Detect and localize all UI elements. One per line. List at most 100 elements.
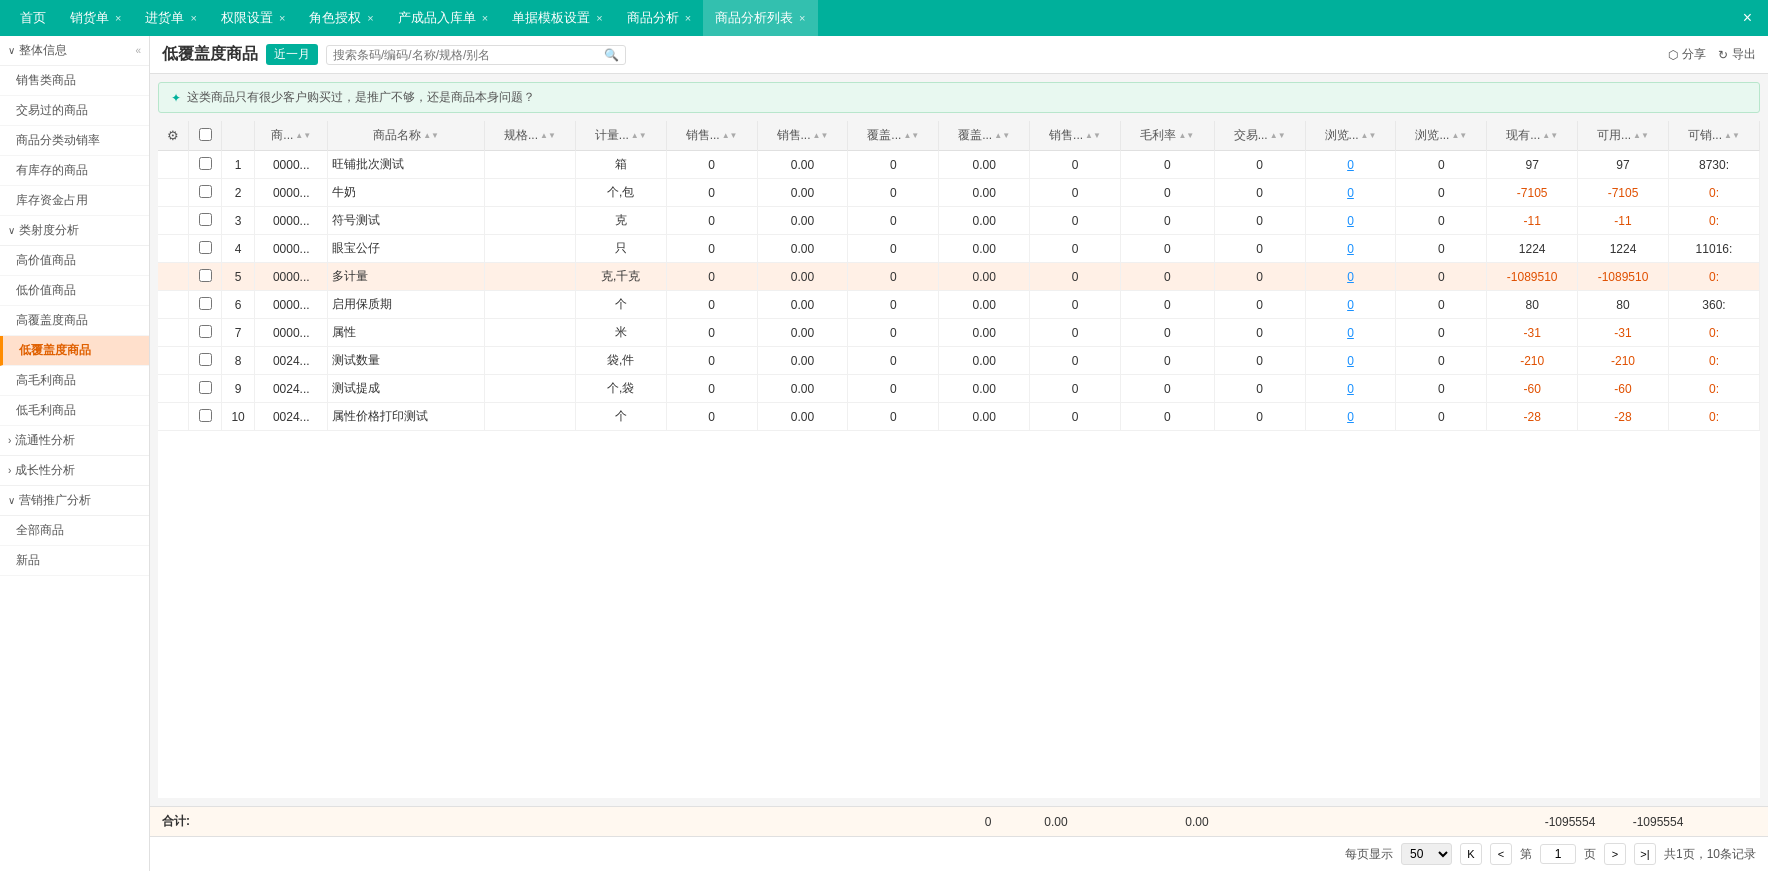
- nav-tab-analysis-close[interactable]: ×: [685, 12, 691, 24]
- next-page-button[interactable]: >: [1604, 843, 1626, 865]
- row-browse-a[interactable]: 0: [1305, 319, 1396, 347]
- nav-tab-analysis-list-close[interactable]: ×: [799, 12, 805, 24]
- nav-tab-permissions[interactable]: 权限设置 ×: [209, 0, 297, 36]
- sidebar-section-flow[interactable]: › 流通性分析: [0, 426, 149, 456]
- nav-tab-roles-close[interactable]: ×: [367, 12, 373, 24]
- export-button[interactable]: ↻ 导出: [1718, 46, 1756, 63]
- sidebar-item-low-value[interactable]: 低价值商品: [0, 276, 149, 306]
- sidebar-item-low-coverage[interactable]: 低覆盖度商品: [0, 336, 149, 366]
- row-checkbox[interactable]: [189, 151, 222, 179]
- sidebar-item-capital-occupy[interactable]: 库存资金占用: [0, 186, 149, 216]
- select-all-checkbox[interactable]: [199, 128, 212, 141]
- sidebar-section-growth[interactable]: › 成长性分析: [0, 456, 149, 486]
- row-browse-a[interactable]: 0: [1305, 179, 1396, 207]
- row-checkbox[interactable]: [189, 291, 222, 319]
- row-browse-a[interactable]: 0: [1305, 263, 1396, 291]
- sidebar-item-high-margin[interactable]: 高毛利商品: [0, 366, 149, 396]
- col-name[interactable]: 商品名称▲▼: [328, 121, 485, 151]
- nav-tab-products-in[interactable]: 产成品入库单 ×: [386, 0, 500, 36]
- close-all-button[interactable]: ×: [1735, 9, 1760, 27]
- row-sales-qty: 0: [666, 291, 757, 319]
- row-checkbox[interactable]: [189, 319, 222, 347]
- prev-page-button[interactable]: <: [1490, 843, 1512, 865]
- share-button[interactable]: ⬡ 分享: [1668, 46, 1706, 63]
- col-gross-rate[interactable]: 毛利率▲▼: [1120, 121, 1214, 151]
- nav-tab-template[interactable]: 单据模板设置 ×: [500, 0, 614, 36]
- row-checkbox[interactable]: [189, 347, 222, 375]
- col-transaction[interactable]: 交易...▲▼: [1214, 121, 1305, 151]
- sidebar-item-sales-goods[interactable]: 销售类商品: [0, 66, 149, 96]
- per-page-select[interactable]: 50 20 100: [1401, 843, 1452, 865]
- sidebar-item-high-value[interactable]: 高价值商品: [0, 246, 149, 276]
- period-button[interactable]: 近一月: [266, 44, 318, 65]
- sidebar-section-marketing[interactable]: ∨ 营销推广分析: [0, 486, 149, 516]
- sidebar-item-low-margin[interactable]: 低毛利商品: [0, 396, 149, 426]
- action-buttons: ⬡ 分享 ↻ 导出: [1668, 46, 1756, 63]
- row-transaction: 0: [1214, 151, 1305, 179]
- row-cover-b: 0.00: [939, 179, 1030, 207]
- row-browse-a[interactable]: 0: [1305, 151, 1396, 179]
- col-sales-amt[interactable]: 销售...▲▼: [757, 121, 848, 151]
- search-icon[interactable]: 🔍: [604, 48, 619, 62]
- row-available-stock: -11: [1578, 207, 1669, 235]
- col-browse-a[interactable]: 浏览...▲▼: [1305, 121, 1396, 151]
- row-checkbox[interactable]: [189, 263, 222, 291]
- row-checkbox[interactable]: [189, 403, 222, 431]
- sidebar-section-quality[interactable]: ∨ 类射度分析: [0, 216, 149, 246]
- export-icon: ↻: [1718, 48, 1728, 62]
- nav-tab-home[interactable]: 首页: [8, 0, 58, 36]
- sidebar-item-traded-goods[interactable]: 交易过的商品: [0, 96, 149, 126]
- nav-tab-products-in-close[interactable]: ×: [482, 12, 488, 24]
- table-container[interactable]: ⚙ 商...▲▼ 商品名称▲▼ 规格...▲▼ 计量...▲▼ 销售...▲▼ …: [158, 121, 1760, 798]
- row-browse-a[interactable]: 0: [1305, 207, 1396, 235]
- nav-tab-permissions-close[interactable]: ×: [279, 12, 285, 24]
- first-page-button[interactable]: K: [1460, 843, 1482, 865]
- sidebar-collapse-icon[interactable]: «: [135, 45, 141, 56]
- search-input[interactable]: [333, 48, 600, 62]
- col-settings[interactable]: ⚙: [158, 121, 189, 151]
- sidebar-item-sales-trend[interactable]: 商品分类动销率: [0, 126, 149, 156]
- nav-tab-roles[interactable]: 角色授权 ×: [297, 0, 385, 36]
- data-table: ⚙ 商...▲▼ 商品名称▲▼ 规格...▲▼ 计量...▲▼ 销售...▲▼ …: [158, 121, 1760, 431]
- col-code[interactable]: 商...▲▼: [255, 121, 328, 151]
- col-sales-c[interactable]: 销售...▲▼: [1030, 121, 1121, 151]
- row-saleable: 0:: [1668, 319, 1759, 347]
- sidebar-item-in-stock[interactable]: 有库存的商品: [0, 156, 149, 186]
- row-checkbox[interactable]: [189, 179, 222, 207]
- row-saleable: 0:: [1668, 375, 1759, 403]
- row-checkbox[interactable]: [189, 235, 222, 263]
- col-available-stock[interactable]: 可用...▲▼: [1578, 121, 1669, 151]
- nav-tab-analysis[interactable]: 商品分析 ×: [615, 0, 703, 36]
- col-cover-b[interactable]: 覆盖...▲▼: [939, 121, 1030, 151]
- sidebar-item-high-coverage[interactable]: 高覆盖度商品: [0, 306, 149, 336]
- sidebar-section-overall[interactable]: ∨ 整体信息 «: [0, 36, 149, 66]
- col-unit[interactable]: 计量...▲▼: [575, 121, 666, 151]
- nav-tab-template-close[interactable]: ×: [596, 12, 602, 24]
- page-input[interactable]: [1540, 844, 1576, 864]
- nav-tab-purchase[interactable]: 进货单 ×: [133, 0, 208, 36]
- row-num: 4: [221, 235, 254, 263]
- col-saleable[interactable]: 可销...▲▼: [1668, 121, 1759, 151]
- row-transaction: 0: [1214, 235, 1305, 263]
- row-checkbox[interactable]: [189, 375, 222, 403]
- nav-tab-template-label: 单据模板设置: [512, 9, 590, 27]
- nav-tab-sales[interactable]: 销货单 ×: [58, 0, 133, 36]
- nav-tab-analysis-list[interactable]: 商品分析列表 ×: [703, 0, 817, 36]
- row-browse-a[interactable]: 0: [1305, 235, 1396, 263]
- gear-icon[interactable]: ⚙: [167, 128, 179, 143]
- nav-tab-sales-close[interactable]: ×: [115, 12, 121, 24]
- col-sales-qty[interactable]: 销售...▲▼: [666, 121, 757, 151]
- last-page-button[interactable]: >|: [1634, 843, 1656, 865]
- row-browse-a[interactable]: 0: [1305, 347, 1396, 375]
- row-browse-a[interactable]: 0: [1305, 375, 1396, 403]
- col-browse-b[interactable]: 浏览...▲▼: [1396, 121, 1487, 151]
- row-checkbox[interactable]: [189, 207, 222, 235]
- sidebar-item-new-goods[interactable]: 新品: [0, 546, 149, 576]
- sidebar-item-all-goods[interactable]: 全部商品: [0, 516, 149, 546]
- col-cover-a[interactable]: 覆盖...▲▼: [848, 121, 939, 151]
- col-current-stock[interactable]: 现有...▲▼: [1487, 121, 1578, 151]
- row-browse-a[interactable]: 0: [1305, 291, 1396, 319]
- col-spec[interactable]: 规格...▲▼: [485, 121, 576, 151]
- nav-tab-purchase-close[interactable]: ×: [190, 12, 196, 24]
- row-browse-a[interactable]: 0: [1305, 403, 1396, 431]
